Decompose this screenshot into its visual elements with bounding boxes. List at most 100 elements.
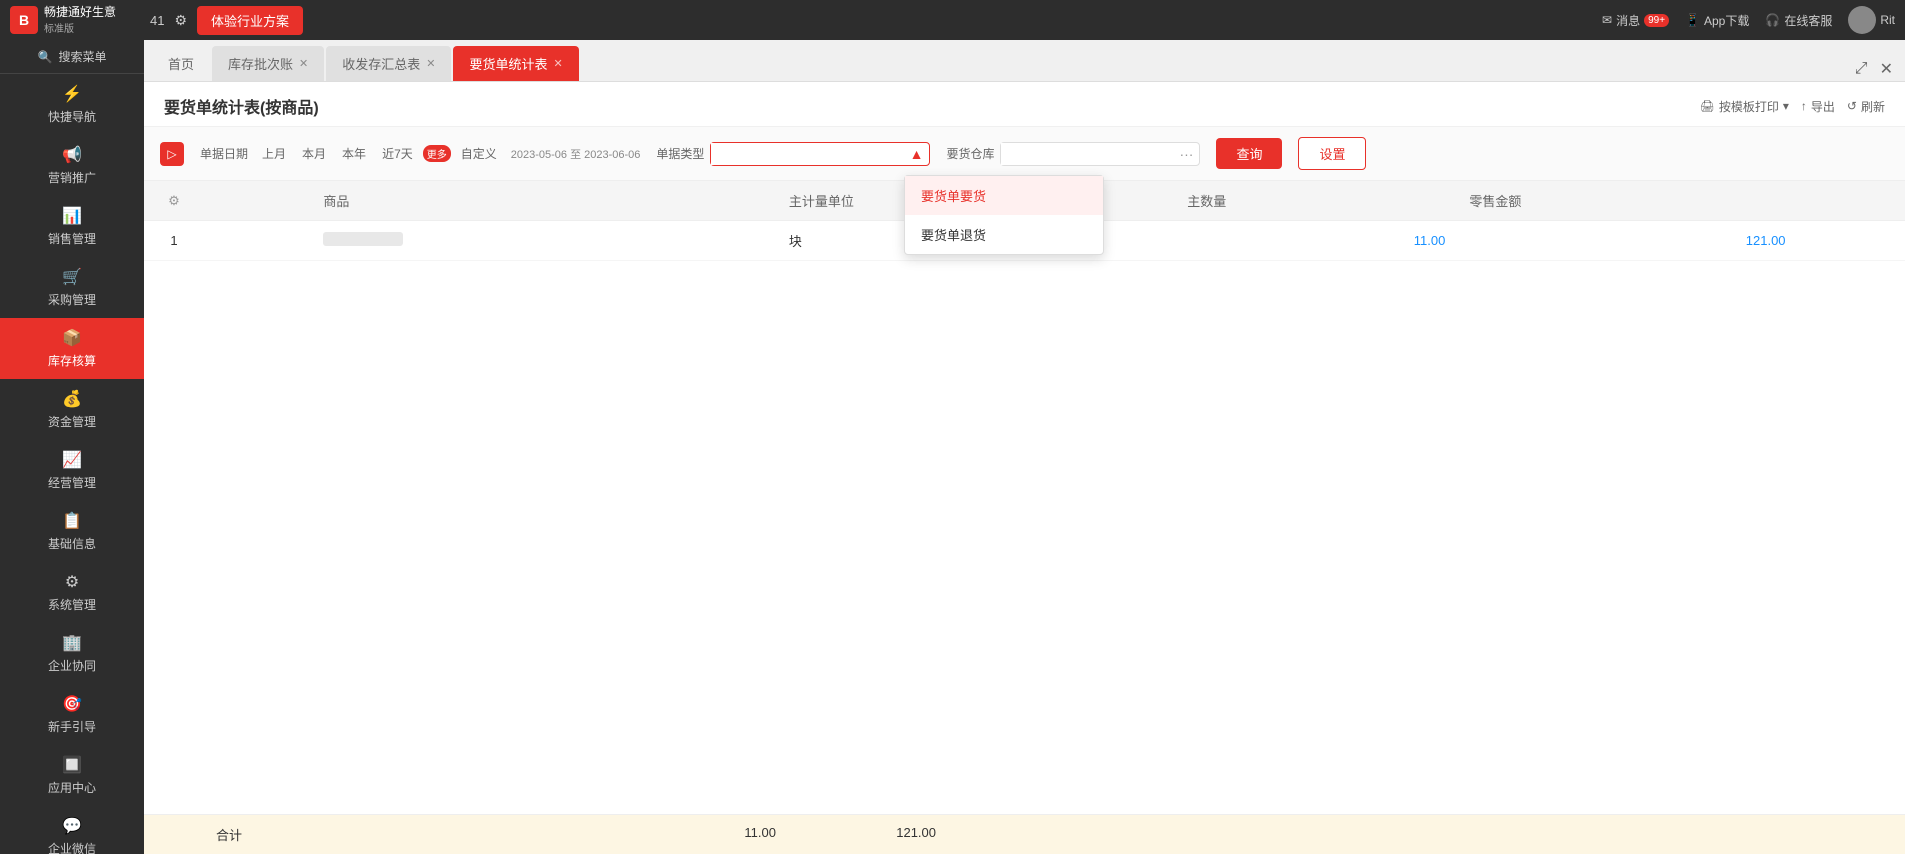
type-select-wrapper[interactable]: ▲ [710, 142, 930, 166]
refresh-button[interactable]: ↺ 刷新 [1847, 98, 1885, 115]
sidebar-item-finance[interactable]: 💰 资金管理 [0, 379, 144, 440]
date-filter-group: 单据日期 上月 本月 本年 近7天 更多 自定义 2023-05-06 至 20… [200, 143, 640, 164]
app-download-button[interactable]: 📱 App下载 [1685, 12, 1749, 29]
wechat-icon: 💬 [62, 816, 82, 836]
messages-label: 消息 [1616, 12, 1640, 29]
dropdown-item-0[interactable]: 要货单要货 [905, 176, 1103, 215]
sidebar-sales-label: 销售管理 [48, 230, 96, 247]
tab-order-stats-close[interactable]: ✕ [554, 57, 563, 70]
page-title: 要货单统计表(按商品) [164, 94, 319, 118]
dropdown-item-1[interactable]: 要货单退货 [905, 215, 1103, 254]
tab-order-stats[interactable]: 要货单统计表 ✕ [453, 46, 578, 81]
sidebar-item-purchase[interactable]: 🛒 采购管理 [0, 257, 144, 318]
sidebar-item-basic[interactable]: 📋 基础信息 [0, 501, 144, 562]
message-icon: ✉ [1602, 13, 1612, 27]
sidebar-inventory-label: 库存核算 [48, 352, 96, 369]
sidebar-item-inventory[interactable]: 📦 库存核算 [0, 318, 144, 379]
footer-unit-spacer [506, 825, 626, 844]
refresh-label: 刷新 [1861, 98, 1885, 115]
sidebar-apps-label: 应用中心 [48, 779, 96, 796]
col-settings[interactable]: ⚙ [144, 181, 204, 221]
sidebar-marketing-label: 营销推广 [48, 169, 96, 186]
query-button[interactable]: 查询 [1216, 138, 1282, 169]
filter-area: ▷ 单据日期 上月 本月 本年 近7天 更多 自定义 2023-05-06 至 … [144, 127, 1905, 181]
sidebar-item-search[interactable]: 🔍 搜索菜单 [0, 40, 144, 74]
footer-total-spacer [156, 825, 216, 844]
tab-inventory-batch[interactable]: 库存批次账 ✕ [212, 46, 324, 81]
tab-maximize-button[interactable]: ⤢ [1851, 58, 1872, 80]
guide-icon: 🎯 [62, 694, 82, 714]
print-chevron-icon: ▾ [1783, 99, 1789, 113]
online-service-button[interactable]: 🎧 在线客服 [1765, 12, 1832, 29]
messages-badge: 99+ [1644, 14, 1669, 27]
sidebar-purchase-label: 采购管理 [48, 291, 96, 308]
tab-summary-label: 收发存汇总表 [342, 54, 420, 73]
print-icon: 🖨 [1700, 99, 1715, 113]
app-sub: 标准版 [44, 20, 116, 35]
print-label: 按模板打印 [1719, 98, 1779, 115]
export-label: 导出 [1811, 98, 1835, 115]
filter-expand-button[interactable]: ▷ [160, 142, 184, 166]
sidebar-guide-label: 新手引导 [48, 718, 96, 735]
sidebar-item-guide[interactable]: 🎯 新手引导 [0, 684, 144, 745]
this-month-btn[interactable]: 本月 [296, 143, 332, 164]
warehouse-input-group[interactable]: ··· [1000, 142, 1200, 166]
sidebar: 🔍 搜索菜单 ⚡ 快捷导航 📢 营销推广 📊 销售管理 🛒 采购管理 📦 库存核… [0, 40, 144, 854]
this-year-btn[interactable]: 本年 [336, 143, 372, 164]
tab-home[interactable]: 首页 [152, 46, 210, 81]
sidebar-item-operations[interactable]: 📈 经营管理 [0, 440, 144, 501]
sidebar-item-sales[interactable]: 📊 销售管理 [0, 196, 144, 257]
sidebar-search-label: 搜索菜单 [58, 48, 106, 65]
type-filter-label: 单据类型 [656, 145, 704, 162]
sidebar-item-marketing[interactable]: 📢 营销推广 [0, 135, 144, 196]
settings-icon-top[interactable]: ⚙ [174, 12, 187, 29]
trial-button[interactable]: 体验行业方案 [197, 6, 303, 35]
shortcut-icon: ⚡ [62, 84, 82, 104]
custom-date-btn[interactable]: 自定义 [455, 143, 503, 164]
sidebar-item-wechat[interactable]: 💬 企业微信 [0, 806, 144, 854]
row-index: 1 [144, 221, 204, 261]
row-amount-link[interactable]: 121.00 [1746, 233, 1786, 248]
settings-button[interactable]: 设置 [1298, 137, 1366, 170]
user-name: Rit [1880, 13, 1895, 27]
tab-summary[interactable]: 收发存汇总表 ✕ [326, 46, 451, 81]
tab-close-all-button[interactable]: ✕ [1876, 57, 1897, 81]
row-amount: 121.00 [1457, 221, 1797, 261]
sidebar-shortcut-label: 快捷导航 [48, 108, 96, 125]
row-qty-link[interactable]: 11.00 [1414, 233, 1446, 248]
last-7-days-btn[interactable]: 近7天 [376, 143, 419, 164]
messages-button[interactable]: ✉ 消息 99+ [1602, 12, 1669, 29]
user-area[interactable]: Rit [1848, 6, 1895, 34]
sales-icon: 📊 [62, 206, 82, 226]
download-icon: 📱 [1685, 13, 1700, 27]
print-button[interactable]: 🖨 按模板打印 ▾ [1700, 98, 1789, 115]
inventory-icon: 📦 [62, 328, 82, 348]
footer-qty: 11.00 [626, 825, 776, 844]
type-select-input[interactable] [711, 143, 903, 165]
sidebar-item-apps[interactable]: 🔲 应用中心 [0, 745, 144, 806]
basic-icon: 📋 [62, 511, 82, 531]
online-service-label: 在线客服 [1784, 12, 1832, 29]
sidebar-item-system[interactable]: ⚙ 系统管理 [0, 562, 144, 623]
tab-inventory-batch-close[interactable]: ✕ [299, 57, 308, 70]
product-placeholder [323, 232, 403, 246]
warehouse-input[interactable] [1001, 143, 1173, 165]
warehouse-more-icon[interactable]: ··· [1173, 146, 1199, 162]
type-select-chevron-icon[interactable]: ▲ [904, 146, 930, 162]
last-month-btn[interactable]: 上月 [256, 143, 292, 164]
main-layout: 🔍 搜索菜单 ⚡ 快捷导航 📢 营销推广 📊 销售管理 🛒 采购管理 📦 库存核… [0, 40, 1905, 854]
top-header: B 畅捷通好生意 标准版 41 ⚙ 体验行业方案 ✉ 消息 99+ 📱 App下… [0, 0, 1905, 40]
tab-summary-close[interactable]: ✕ [426, 57, 435, 70]
col-amount: 零售金额 [1457, 181, 1797, 221]
purchase-icon: 🛒 [62, 267, 82, 287]
sidebar-item-enterprise[interactable]: 🏢 企业协同 [0, 623, 144, 684]
row-index2 [204, 221, 311, 261]
footer-label: 合计 [216, 825, 506, 844]
operations-icon: 📈 [62, 450, 82, 470]
type-filter-group: 单据类型 ▲ [656, 142, 930, 166]
sidebar-item-shortcut[interactable]: ⚡ 快捷导航 [0, 74, 144, 135]
tab-actions: ⤢ ✕ [1843, 57, 1905, 81]
page-actions: 🖨 按模板打印 ▾ ↑ 导出 ↺ 刷新 [1700, 98, 1885, 115]
more-dates-badge[interactable]: 更多 [423, 145, 451, 162]
export-button[interactable]: ↑ 导出 [1801, 98, 1835, 115]
